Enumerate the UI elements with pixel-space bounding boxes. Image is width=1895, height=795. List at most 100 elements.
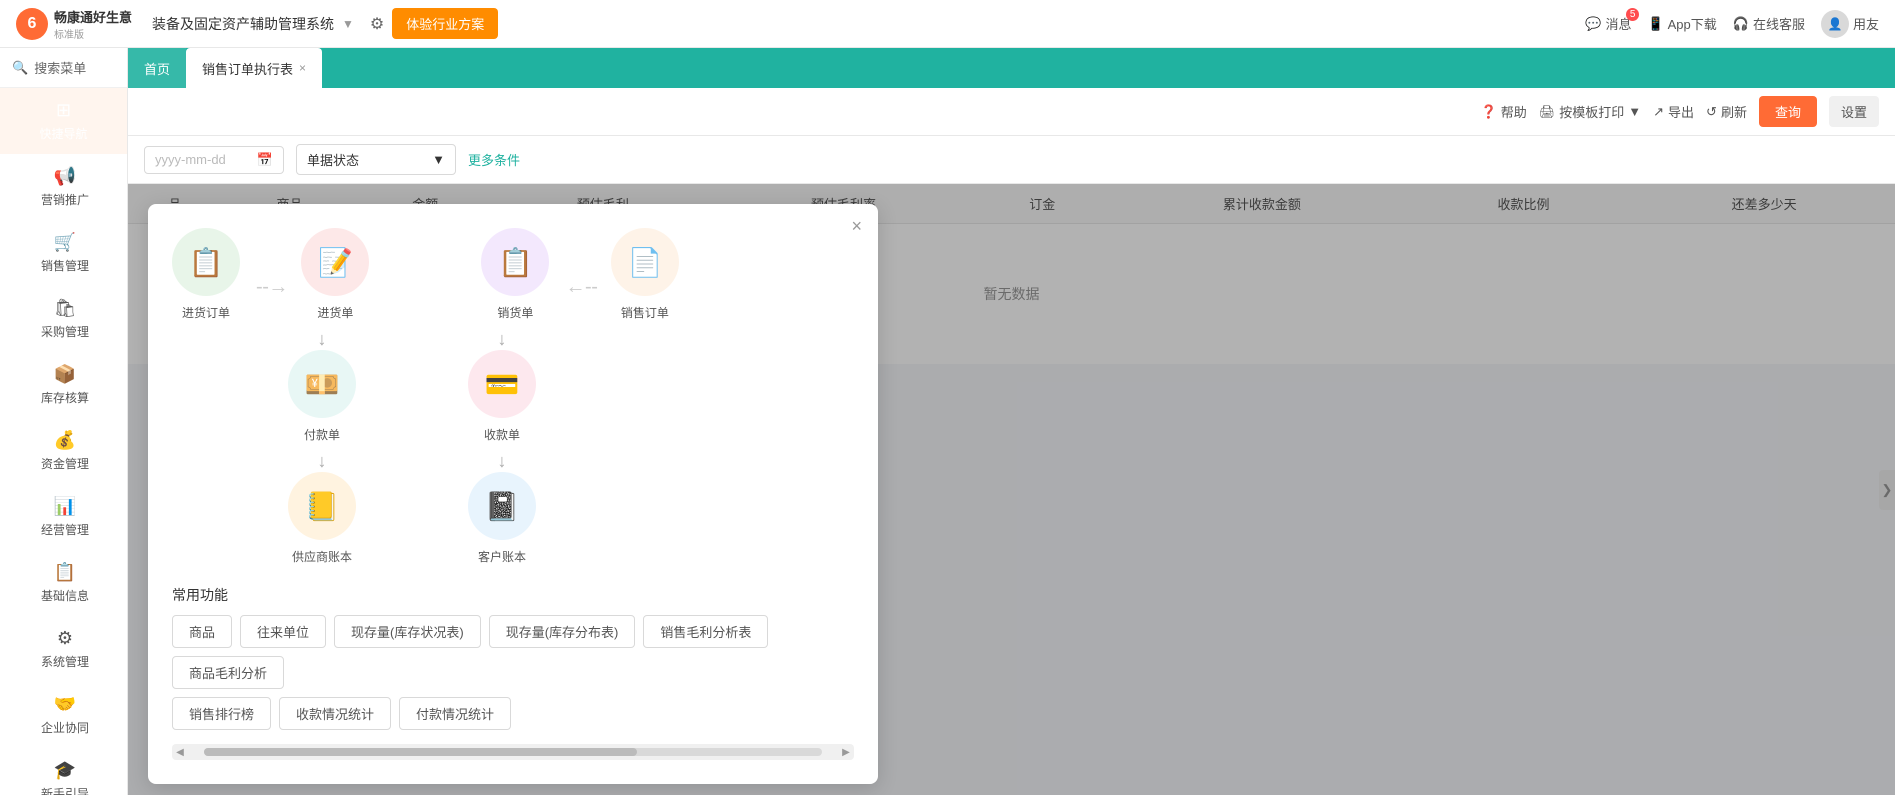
app-download-button[interactable]: 📱 App下载 [1647, 14, 1716, 33]
beginner-icon: 🎓 [54, 760, 76, 781]
refresh-icon: ↺ [1706, 104, 1717, 120]
flow-node-sales-bill[interactable]: 📋 销货单 [481, 228, 549, 321]
sales-order-circle: 📄 [611, 228, 679, 296]
table-area: 品 商品 金额 预估毛利 预估毛利率 订金 累计收款金额 收款比例 还差多少天 … [128, 184, 1895, 795]
content-area: 首页 销售订单执行表 × ❓ 帮助 🖨 按模板打印 ▼ [128, 48, 1895, 795]
receipt-label: 收款单 [484, 426, 520, 443]
print-template-button[interactable]: 🖨 按模板打印 ▼ [1539, 102, 1641, 121]
purchase-bill-label: 进货单 [317, 304, 353, 321]
help-button[interactable]: ❓ 帮助 [1481, 102, 1527, 121]
flow-middle-row: ↓ ↓ [172, 329, 854, 350]
flow-node-customer-ledger[interactable]: 📓 客户账本 [468, 472, 536, 565]
logo-area: 6 畅康通好生意 标准版 [16, 7, 132, 41]
settings-toolbar-button[interactable]: 设置 [1829, 96, 1879, 127]
common-functions-section: 常用功能 商品 往来单位 现存量(库存状况表) 现存量(库存分布表) 销售毛利分… [172, 585, 854, 730]
tab-home[interactable]: 首页 [128, 48, 186, 88]
status-select[interactable]: 单据状态 ▼ [296, 144, 456, 175]
content-toolbar: ❓ 帮助 🖨 按模板打印 ▼ ↗ 导出 ↺ 刷新 查询 设置 [128, 88, 1895, 136]
purchase-order-label: 进货订单 [182, 304, 230, 321]
sales-bill-circle: 📋 [481, 228, 549, 296]
arrow-down-receipt: ↓ [468, 451, 536, 472]
base-info-icon: 📋 [54, 562, 76, 583]
top-bar: 6 畅康通好生意 标准版 装备及固定资产辅助管理系统 ▼ ⚙ 体验行业方案 💬 … [0, 0, 1895, 48]
sales-bill-label: 销货单 [497, 304, 533, 321]
scroll-right-arrow[interactable]: ▶ [838, 747, 854, 758]
scroll-left-arrow[interactable]: ◀ [172, 747, 188, 758]
message-badge: 5 [1626, 8, 1640, 21]
print-dropdown-icon: ▼ [1628, 104, 1641, 119]
common-func-title: 常用功能 [172, 585, 854, 605]
flow-node-purchase-bill[interactable]: 📝 进货单 [301, 228, 369, 321]
modal-box: × 📋 进货订单 [148, 204, 878, 784]
online-service-button[interactable]: 🎧 在线客服 [1733, 14, 1805, 33]
modal-close-button[interactable]: × [851, 216, 862, 237]
system-dropdown-button[interactable]: ▼ [342, 17, 354, 31]
logo-icon: 6 [16, 8, 48, 40]
user-avatar: 👤 [1821, 10, 1849, 38]
supplier-ledger-circle: 📒 [288, 472, 356, 540]
purchase-order-circle: 📋 [172, 228, 240, 296]
sidebar-item-enterprise[interactable]: 🤝 企业协同 [0, 682, 127, 748]
customer-ledger-label: 客户账本 [478, 548, 526, 565]
func-btn-stock-dist[interactable]: 现存量(库存分布表) [489, 615, 636, 648]
func-btn-sales-gross[interactable]: 销售毛利分析表 [643, 615, 768, 648]
flow-diagram: 📋 进货订单 - - → 📝 进货单 [172, 228, 854, 581]
scroll-bar[interactable]: ◀ ▶ [172, 744, 854, 760]
calendar-icon: 📅 [257, 152, 273, 168]
marketing-icon: 📢 [54, 166, 76, 187]
sidebar-item-quick-nav[interactable]: ⊞ 快捷导航 [0, 88, 127, 154]
settings-button[interactable]: ⚙ [370, 14, 384, 34]
arrow-down-sales: ↓ [468, 329, 536, 350]
func-btn-stock-status[interactable]: 现存量(库存状况表) [334, 615, 481, 648]
search-menu-item[interactable]: 🔍 搜索菜单 [0, 48, 127, 88]
refresh-button[interactable]: ↺ 刷新 [1706, 102, 1747, 121]
func-btn-partner[interactable]: 往来单位 [240, 615, 326, 648]
scroll-thumb[interactable] [204, 748, 637, 756]
sidebar-item-sales[interactable]: 🛒 销售管理 [0, 220, 127, 286]
tab-close-button[interactable]: × [299, 61, 306, 75]
logo-sub-text: 标准版 [54, 26, 132, 41]
logo-text: 畅康通好生意 标准版 [54, 7, 132, 41]
payment-circle: 💴 [288, 350, 356, 418]
flow-node-sales-order[interactable]: 📄 销售订单 [611, 228, 679, 321]
payment-label: 付款单 [304, 426, 340, 443]
sidebar-item-marketing[interactable]: 📢 营销推广 [0, 154, 127, 220]
func-btn-receipt-stat[interactable]: 收款情况统计 [279, 697, 391, 730]
help-icon: ❓ [1481, 104, 1497, 120]
func-buttons-row2: 销售排行榜 收款情况统计 付款情况统计 [172, 697, 854, 730]
query-button[interactable]: 查询 [1759, 96, 1817, 127]
main-area: 🔍 搜索菜单 ⊞ 快捷导航 📢 营销推广 🛒 销售管理 🛍 采购管理 📦 [0, 48, 1895, 795]
func-buttons-row1: 商品 往来单位 现存量(库存状况表) 现存量(库存分布表) 销售毛利分析表 商品… [172, 615, 854, 689]
trial-button[interactable]: 体验行业方案 [392, 8, 498, 39]
modal-overlay: × 📋 进货订单 [128, 184, 1895, 795]
flow-node-receipt[interactable]: 💳 收款单 [468, 350, 536, 443]
message-button[interactable]: 💬 消息 5 [1585, 14, 1631, 33]
func-btn-product[interactable]: 商品 [172, 615, 232, 648]
func-btn-payment-stat[interactable]: 付款情况统计 [399, 697, 511, 730]
purchase-icon: 🛍 [54, 298, 77, 319]
system-title: 装备及固定资产辅助管理系统 [152, 14, 334, 34]
sidebar-item-finance[interactable]: 💰 资金管理 [0, 418, 127, 484]
flow-node-supplier-ledger[interactable]: 📒 供应商账本 [288, 472, 356, 565]
search-icon: 🔍 [12, 60, 28, 76]
flow-node-payment[interactable]: 💴 付款单 [288, 350, 356, 443]
sidebar: 🔍 搜索菜单 ⊞ 快捷导航 📢 营销推广 🛒 销售管理 🛍 采购管理 📦 [0, 48, 128, 795]
flow-node-purchase-order[interactable]: 📋 进货订单 [172, 228, 240, 321]
sidebar-item-system[interactable]: ⚙ 系统管理 [0, 616, 127, 682]
func-btn-product-gross[interactable]: 商品毛利分析 [172, 656, 284, 689]
date-from-input[interactable]: yyyy-mm-dd 📅 [144, 146, 284, 174]
more-conditions-link[interactable]: 更多条件 [468, 150, 520, 169]
func-btn-sales-rank[interactable]: 销售排行榜 [172, 697, 271, 730]
arrow-purchase-bill: - - → [256, 276, 285, 299]
sales-order-label: 销售订单 [621, 304, 669, 321]
sidebar-item-beginner[interactable]: 🎓 新手引导 [0, 748, 127, 795]
flow-top-row: 📋 进货订单 - - → 📝 进货单 [172, 228, 854, 321]
tab-sales-order[interactable]: 销售订单执行表 × [186, 48, 322, 88]
sidebar-item-base-info[interactable]: 📋 基础信息 [0, 550, 127, 616]
receipt-circle: 💳 [468, 350, 536, 418]
sidebar-item-operations[interactable]: 📊 经营管理 [0, 484, 127, 550]
sidebar-item-purchase[interactable]: 🛍 采购管理 [0, 286, 127, 352]
export-button[interactable]: ↗ 导出 [1653, 102, 1694, 121]
user-area[interactable]: 👤 用友 [1821, 10, 1879, 38]
sidebar-item-inventory[interactable]: 📦 库存核算 [0, 352, 127, 418]
